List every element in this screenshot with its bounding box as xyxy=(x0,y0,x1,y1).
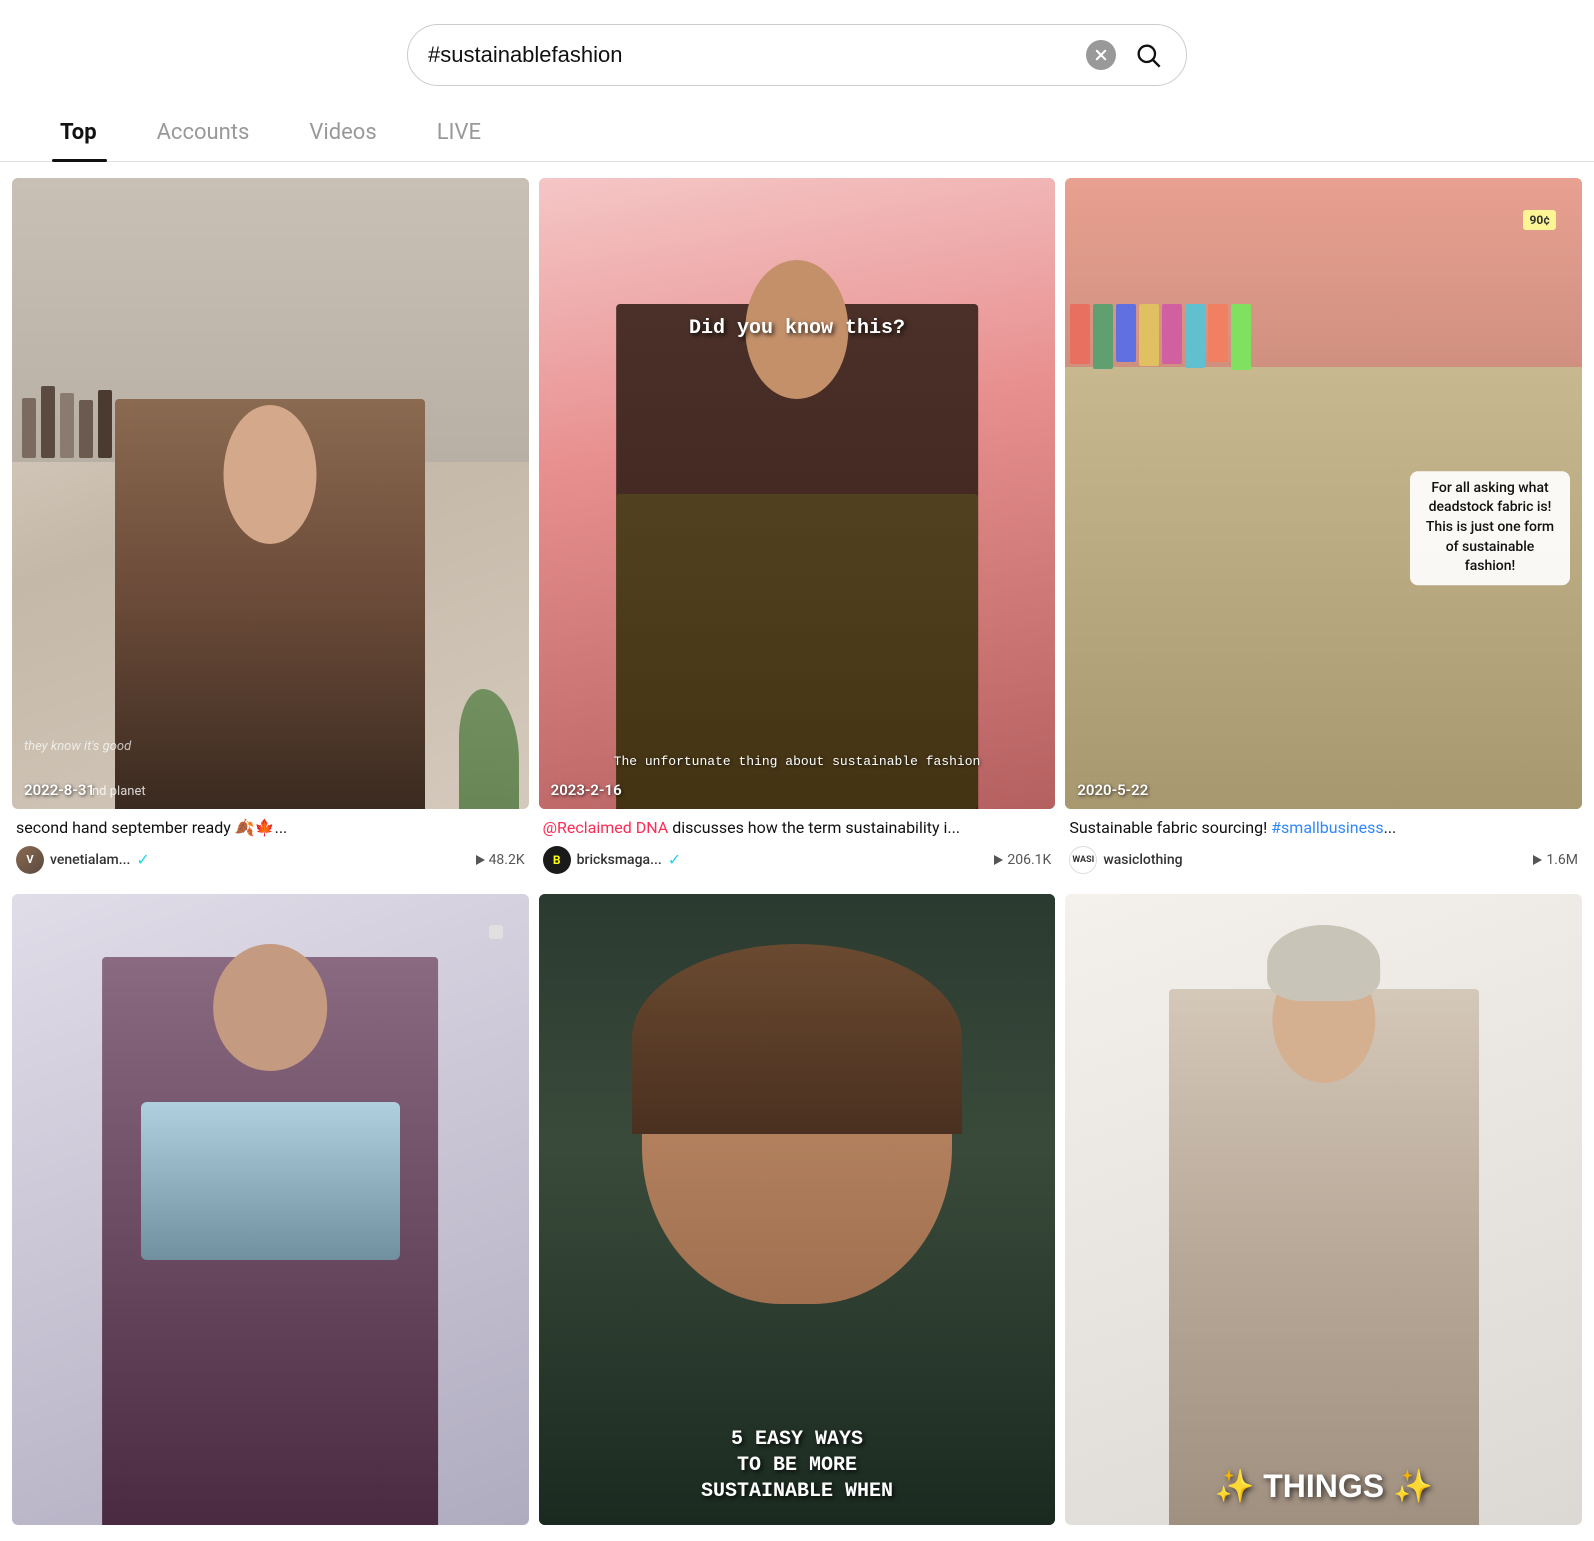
play-count-3: 1.6M xyxy=(1533,852,1578,868)
author-name-1: venetialam... xyxy=(50,852,130,868)
thumbnail-bubble-3: For all asking what deadstock fabric is!… xyxy=(1410,471,1570,585)
play-triangle-1 xyxy=(476,855,485,865)
video-meta-1: V venetialam... ✓ 48.2K xyxy=(16,846,525,874)
video-meta-3: WASI wasiclothing 1.6M xyxy=(1069,846,1578,874)
search-button[interactable] xyxy=(1130,37,1166,73)
title-hashtag-3: #smallbusiness xyxy=(1271,818,1383,837)
author-name-2: bricksmagа... xyxy=(577,852,662,868)
bottom-overlay-text-3: ✨ THINGS ✨ xyxy=(1214,1467,1432,1505)
verified-icon-1: ✓ xyxy=(136,850,149,869)
author-name-3: wasiclothing xyxy=(1103,852,1182,868)
thumb-overlay-sub-2: The unfortunate thing about sustainable … xyxy=(539,754,1056,769)
bottom-overlay-text-2: 5 EASY WAYSTO BE MORESUSTAINABLE WHEN xyxy=(564,1427,1029,1505)
video-grid: they know it's good 2022-8-31 nd planet … xyxy=(0,162,1594,894)
bottom-row: 5 EASY WAYSTO BE MORESUSTAINABLE WHEN ✨ … xyxy=(0,894,1594,1541)
avatar-2: B xyxy=(543,846,571,874)
video-info-2: @Reclaimed DNA discusses how the term su… xyxy=(539,809,1056,877)
search-bar: #sustainablefashion xyxy=(407,24,1187,86)
tab-accounts[interactable]: Accounts xyxy=(127,102,280,161)
thumb-overlay-main-2: Did you know this? xyxy=(689,317,905,340)
search-bar-container: #sustainablefashion xyxy=(0,0,1594,102)
search-input[interactable]: #sustainablefashion xyxy=(428,42,1086,68)
play-triangle-2 xyxy=(994,855,1003,865)
tab-videos[interactable]: Videos xyxy=(279,102,406,161)
title-end-3: ... xyxy=(1384,818,1397,837)
bottom-card-1[interactable] xyxy=(12,894,529,1525)
video-info-3: Sustainable fabric sourcing! #smallbusin… xyxy=(1065,809,1582,877)
video-title-1: second hand september ready 🍂🍁... xyxy=(16,817,525,839)
title-rest-2: discusses how the term sustainability i.… xyxy=(672,818,960,837)
video-thumbnail-2: Did you know this? The unfortunate thing… xyxy=(539,178,1056,809)
thumbnail-date-3: 2020-5-22 xyxy=(1077,781,1148,799)
tabs-container: Top Accounts Videos LIVE xyxy=(0,102,1594,162)
video-info-1: second hand september ready 🍂🍁... V vene… xyxy=(12,809,529,877)
play-triangle-3 xyxy=(1533,855,1542,865)
video-thumbnail-1: they know it's good 2022-8-31 nd planet xyxy=(12,178,529,809)
video-card-2[interactable]: Did you know this? The unfortunate thing… xyxy=(539,178,1056,878)
tab-live[interactable]: LIVE xyxy=(407,102,511,161)
title-text-3: Sustainable fabric sourcing! xyxy=(1069,818,1271,837)
thumb-watermark-1: they know it's good xyxy=(24,739,131,754)
clear-icon[interactable] xyxy=(1086,40,1116,70)
avatar-1: V xyxy=(16,846,44,874)
video-meta-2: B bricksmagа... ✓ 206.1K xyxy=(543,846,1052,874)
video-card-3[interactable]: 90¢ For all asking what deadstock fabric… xyxy=(1065,178,1582,878)
video-thumbnail-3: 90¢ For all asking what deadstock fabric… xyxy=(1065,178,1582,809)
title-mention-2: @Reclaimed DNA xyxy=(543,818,669,837)
thumbnail-date-2: 2023-2-16 xyxy=(551,781,622,799)
search-icon xyxy=(1134,41,1162,69)
verified-icon-2: ✓ xyxy=(668,850,681,869)
video-card-1[interactable]: they know it's good 2022-8-31 nd planet … xyxy=(12,178,529,878)
video-title-3: Sustainable fabric sourcing! #smallbusin… xyxy=(1069,817,1578,839)
thumbnail-date-1: 2022-8-31 xyxy=(24,781,95,799)
play-count-1: 48.2K xyxy=(476,852,525,868)
bottom-card-2[interactable]: 5 EASY WAYSTO BE MORESUSTAINABLE WHEN xyxy=(539,894,1056,1525)
play-count-2: 206.1K xyxy=(994,852,1051,868)
avatar-3: WASI xyxy=(1069,846,1097,874)
tab-top[interactable]: Top xyxy=(52,102,127,161)
bottom-card-3[interactable]: ✨ THINGS ✨ xyxy=(1065,894,1582,1525)
video-title-2: @Reclaimed DNA discusses how the term su… xyxy=(543,817,1052,839)
